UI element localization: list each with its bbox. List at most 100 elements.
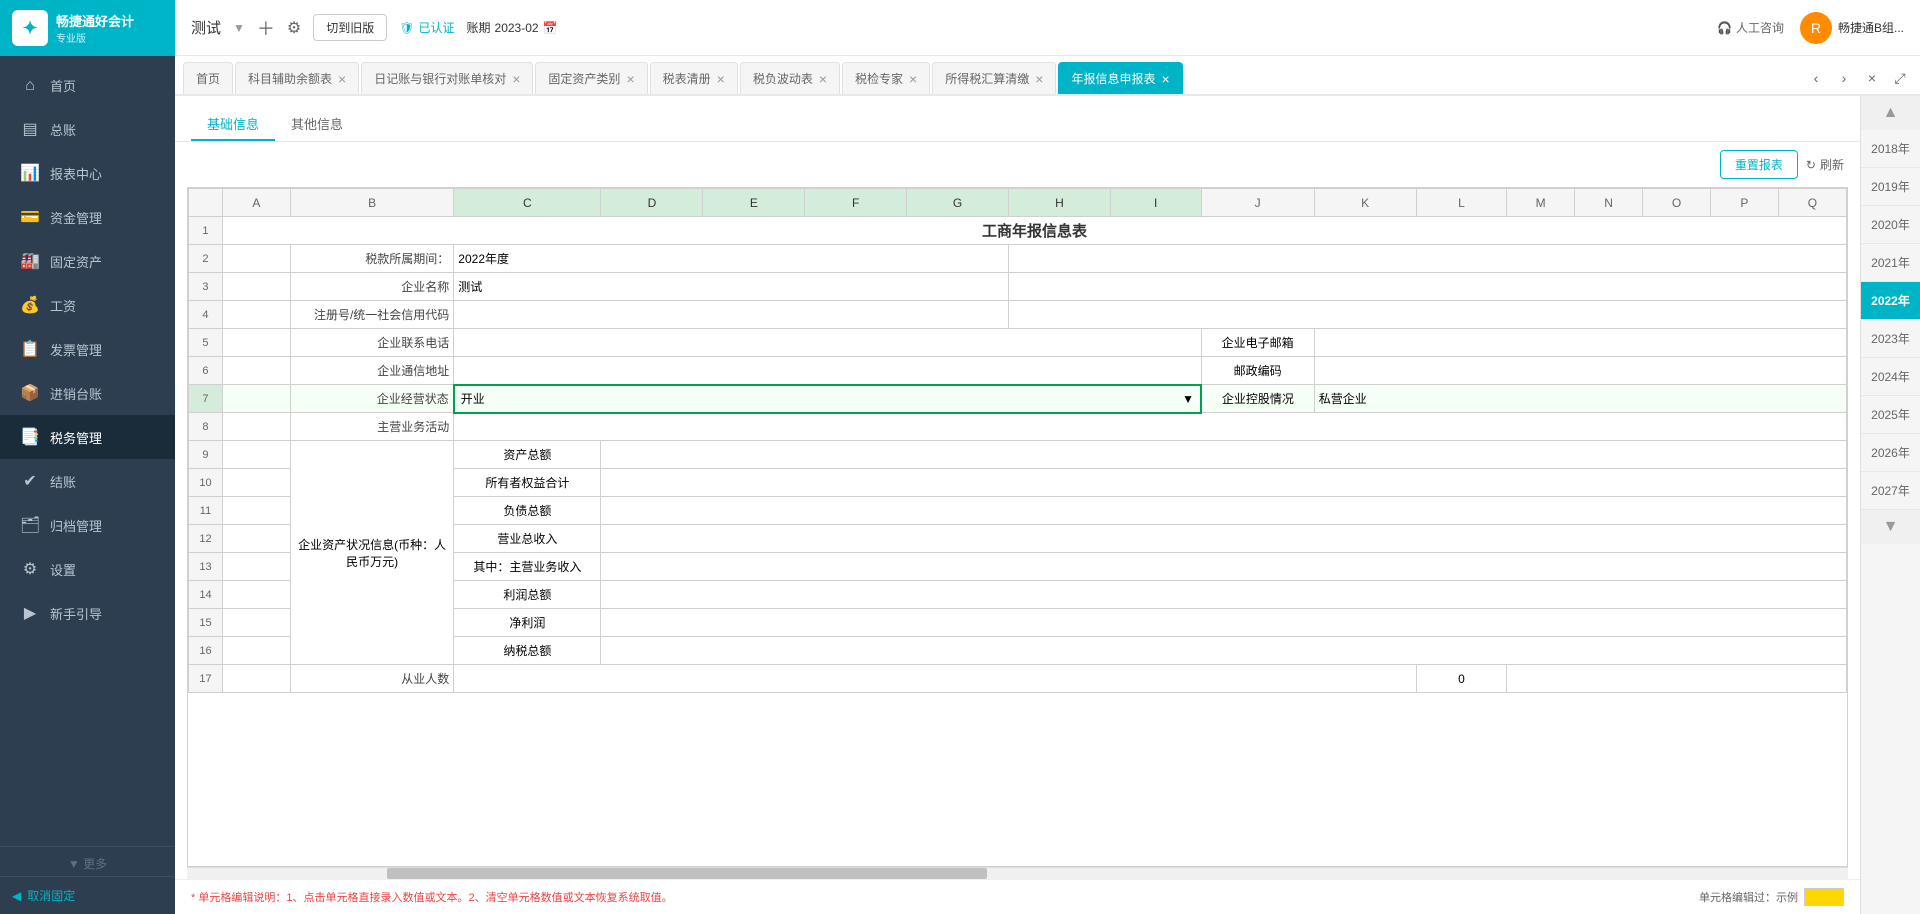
cell-17A[interactable] xyxy=(222,665,290,693)
cell-7A[interactable] xyxy=(222,385,290,413)
cell-6A[interactable] xyxy=(222,357,290,385)
cell-11D[interactable] xyxy=(601,497,1847,525)
cell-7K[interactable]: 私营企业 xyxy=(1314,385,1846,413)
year-item-2026[interactable]: 2026年 xyxy=(1861,434,1920,472)
sidebar-item-report[interactable]: 📊 报表中心 xyxy=(0,151,175,195)
sidebar-item-settings[interactable]: ⚙ 设置 xyxy=(0,547,175,591)
year-item-2018[interactable]: 2018年 xyxy=(1861,130,1920,168)
year-item-2020[interactable]: 2020年 xyxy=(1861,206,1920,244)
col-header-F[interactable]: F xyxy=(805,189,907,217)
col-header-H[interactable]: H xyxy=(1009,189,1111,217)
settings-button[interactable]: ⚙ xyxy=(287,18,301,38)
sidebar-item-fund[interactable]: 💳 资金管理 xyxy=(0,195,175,239)
cell-9B[interactable]: 企业资产状况信息(币种：人民币万元) xyxy=(290,441,453,665)
calendar-icon[interactable]: 📅 xyxy=(543,21,558,35)
scroll-thumb[interactable] xyxy=(387,868,987,879)
cell-8C[interactable] xyxy=(454,413,1847,441)
cell-14D[interactable] xyxy=(601,581,1847,609)
tab-subject-balance[interactable]: 科目辅助余额表 × xyxy=(235,62,359,94)
year-item-2027[interactable]: 2027年 xyxy=(1861,472,1920,510)
sidebar-unpin-button[interactable]: ◀ ◀取消固定 取消固定 xyxy=(0,876,175,914)
cell-5K[interactable] xyxy=(1314,329,1846,357)
col-header-L[interactable]: L xyxy=(1416,189,1507,217)
year-item-2021[interactable]: 2021年 xyxy=(1861,244,1920,282)
sidebar-item-guide[interactable]: ▶ 新手引导 xyxy=(0,591,175,635)
sidebar-item-ledger[interactable]: ▤ 总账 xyxy=(0,107,175,151)
tab-close-icon[interactable]: × xyxy=(1161,71,1169,87)
tab-income-tax[interactable]: 所得税汇算清缴 × xyxy=(932,62,1056,94)
cell-7C-dropdown[interactable]: 开业 ▼ xyxy=(454,385,1201,413)
sidebar-item-stock[interactable]: 📦 进销台账 xyxy=(0,371,175,415)
cell-15D[interactable] xyxy=(601,609,1847,637)
col-header-A[interactable]: A xyxy=(222,189,290,217)
year-item-2025[interactable]: 2025年 xyxy=(1861,396,1920,434)
col-header-I[interactable]: I xyxy=(1110,189,1201,217)
col-header-J[interactable]: J xyxy=(1201,189,1314,217)
col-header-B[interactable]: B xyxy=(290,189,453,217)
cell-3A[interactable] xyxy=(222,273,290,301)
cell-5A[interactable] xyxy=(222,329,290,357)
refresh-button[interactable]: ↻ 刷新 xyxy=(1806,150,1844,179)
dropdown-arrow-icon[interactable]: ▼ xyxy=(1182,392,1194,406)
tab-close-icon[interactable]: × xyxy=(1035,71,1043,87)
sub-tab-other[interactable]: 其他信息 xyxy=(275,108,359,141)
cell-12A[interactable] xyxy=(222,525,290,553)
cell-16D[interactable] xyxy=(601,637,1847,665)
add-button[interactable]: ＋ xyxy=(257,15,275,41)
col-header-E[interactable]: E xyxy=(703,189,805,217)
tab-close-icon[interactable]: × xyxy=(717,71,725,87)
tab-journal-bank[interactable]: 日记账与银行对账单核对 × xyxy=(361,62,533,94)
customer-service-button[interactable]: 🎧 人工咨询 xyxy=(1717,19,1784,36)
col-header-D[interactable]: D xyxy=(601,189,703,217)
col-header-M[interactable]: M xyxy=(1507,189,1575,217)
col-header-P[interactable]: P xyxy=(1710,189,1778,217)
cell-17L[interactable]: 0 xyxy=(1416,665,1507,693)
cell-3C[interactable]: 测试 xyxy=(454,273,1009,301)
cell-13A[interactable] xyxy=(222,553,290,581)
year-item-2019[interactable]: 2019年 xyxy=(1861,168,1920,206)
tab-tax-fluctuation[interactable]: 税负波动表 × xyxy=(740,62,840,94)
reset-report-button[interactable]: 重置报表 xyxy=(1720,150,1798,179)
col-header-O[interactable]: O xyxy=(1643,189,1711,217)
tab-home[interactable]: 首页 xyxy=(183,62,233,94)
user-menu[interactable]: R 畅捷通B组... xyxy=(1800,12,1904,44)
col-header-Q[interactable]: Q xyxy=(1778,189,1846,217)
tab-close-icon[interactable]: × xyxy=(909,71,917,87)
cell-4H[interactable] xyxy=(1009,301,1847,329)
cell-2A[interactable] xyxy=(222,245,290,273)
cell-13D[interactable] xyxy=(601,553,1847,581)
dropdown-arrow[interactable]: ▼ xyxy=(233,21,245,35)
col-header-G[interactable]: G xyxy=(907,189,1009,217)
tab-tax-list[interactable]: 税表清册 × xyxy=(650,62,738,94)
cell-17M[interactable] xyxy=(1507,665,1847,693)
tab-tax-expert[interactable]: 税检专家 × xyxy=(842,62,930,94)
tab-next-button[interactable]: › xyxy=(1832,62,1856,94)
cell-5C[interactable] xyxy=(454,329,1201,357)
cell-14A[interactable] xyxy=(222,581,290,609)
cell-4A[interactable] xyxy=(222,301,290,329)
year-item-2024[interactable]: 2024年 xyxy=(1861,358,1920,396)
cell-2C[interactable]: 2022年度 xyxy=(454,245,1009,273)
cell-10D[interactable] xyxy=(601,469,1847,497)
sidebar-item-salary[interactable]: 💰 工资 xyxy=(0,283,175,327)
cell-9D[interactable] xyxy=(601,441,1847,469)
cell-16A[interactable] xyxy=(222,637,290,665)
tab-close-icon[interactable]: × xyxy=(626,71,634,87)
sidebar-item-asset[interactable]: 🏭 固定资产 xyxy=(0,239,175,283)
cell-12D[interactable] xyxy=(601,525,1847,553)
tab-close-icon[interactable]: × xyxy=(338,71,346,87)
spreadsheet-wrapper[interactable]: A B C D E F G H I J K L xyxy=(187,187,1848,867)
cell-6K[interactable] xyxy=(1314,357,1846,385)
sidebar-item-settle[interactable]: ✔ 结账 xyxy=(0,459,175,503)
cell-3H[interactable] xyxy=(1009,273,1847,301)
sheet-title[interactable]: 工商年报信息表 xyxy=(222,217,1846,245)
sidebar-item-archive[interactable]: 🗂 归档管理 xyxy=(0,503,175,547)
tab-close-icon[interactable]: × xyxy=(819,71,827,87)
tab-prev-button[interactable]: ‹ xyxy=(1804,62,1828,94)
horizontal-scrollbar[interactable] xyxy=(187,867,1848,879)
tab-close-all-button[interactable]: × xyxy=(1860,62,1884,94)
sidebar-scroll-down[interactable]: ▼ 更多 xyxy=(0,851,175,876)
col-header-N[interactable]: N xyxy=(1575,189,1643,217)
year-item-2022[interactable]: 2022年 xyxy=(1861,282,1920,320)
sidebar-item-invoice[interactable]: 📋 发票管理 xyxy=(0,327,175,371)
